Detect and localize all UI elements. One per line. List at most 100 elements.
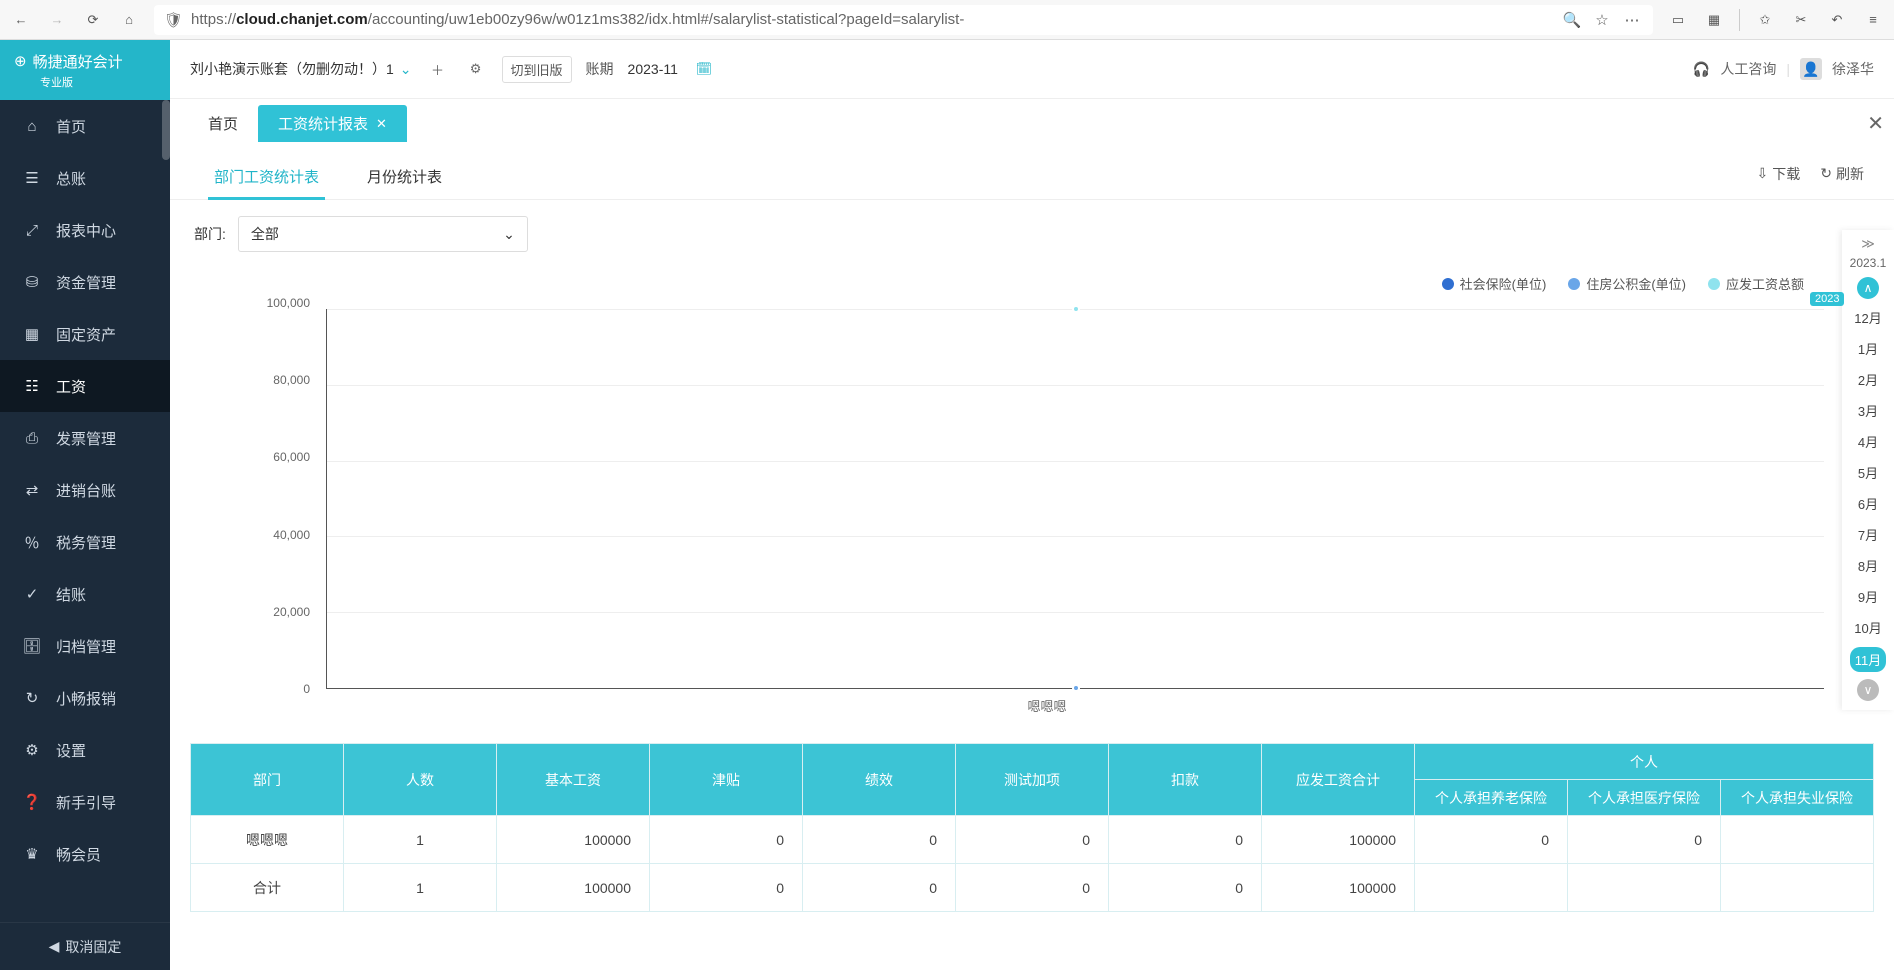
- menu-icon[interactable]: ≡: [1862, 9, 1884, 31]
- nav-icon: ⇄: [22, 481, 42, 499]
- nav-label: 设置: [56, 740, 86, 761]
- nav-label: 报表中心: [56, 220, 116, 241]
- nav-label: 资金管理: [56, 272, 116, 293]
- month-item[interactable]: 2月: [1842, 364, 1894, 395]
- pin-icon: ◀: [49, 938, 60, 955]
- month-item[interactable]: 6月: [1842, 488, 1894, 519]
- sidebar-item-5[interactable]: ☷工资: [0, 360, 170, 412]
- home-icon[interactable]: ⌂: [118, 9, 140, 31]
- select-value: 全部: [251, 224, 279, 244]
- month-item[interactable]: 5月: [1842, 457, 1894, 488]
- divider: [1739, 9, 1740, 31]
- cell: 嗯嗯嗯: [191, 816, 344, 864]
- shield-icon: 🛡: [164, 11, 183, 29]
- old-version-button[interactable]: 切到旧版: [502, 56, 572, 83]
- sidebar-item-6[interactable]: ⎙发票管理: [0, 412, 170, 464]
- col-header: 测试加项: [956, 744, 1109, 816]
- month-item[interactable]: 11月: [1850, 647, 1886, 672]
- tab-home[interactable]: 首页: [188, 105, 258, 142]
- close-icon[interactable]: ✕: [376, 116, 387, 132]
- close-all-tabs[interactable]: ✕: [1867, 111, 1884, 136]
- url-bar[interactable]: 🛡 https://cloud.chanjet.com/accounting/u…: [154, 5, 1653, 35]
- sidebar-item-11[interactable]: ↻小畅报销: [0, 672, 170, 724]
- tab-salary-report[interactable]: 工资统计报表 ✕: [258, 105, 407, 142]
- cut-icon[interactable]: ✂: [1790, 9, 1812, 31]
- more-icon[interactable]: ⋯: [1621, 9, 1643, 31]
- browser-toolbar: ← → ⟳ ⌂ 🛡 https://cloud.chanjet.com/acco…: [0, 0, 1894, 40]
- chart-legend: 社会保险(单位) 住房公积金(单位) 应发工资总额: [230, 268, 1864, 303]
- sidebar-item-10[interactable]: 🗄归档管理: [0, 620, 170, 672]
- sidebar-item-2[interactable]: ⤢报表中心: [0, 204, 170, 256]
- month-item[interactable]: 7月: [1842, 519, 1894, 550]
- apps-icon[interactable]: ▦: [1703, 9, 1725, 31]
- bookmark-icon[interactable]: ✩: [1754, 9, 1776, 31]
- sidebar-scrollbar[interactable]: [162, 100, 170, 160]
- month-item[interactable]: 9月: [1842, 581, 1894, 612]
- col-group-header: 个人: [1415, 744, 1874, 780]
- nav-label: 固定资产: [56, 324, 116, 345]
- sidebar-toggle[interactable]: ◀ 取消固定: [0, 922, 170, 970]
- nav-icon: 🗄: [22, 637, 42, 655]
- cell: 0: [1568, 816, 1721, 864]
- nav-icon: ▦: [22, 325, 42, 343]
- nav-icon: ⚙: [22, 741, 42, 759]
- sidebar-item-8[interactable]: ％税务管理: [0, 516, 170, 568]
- chevron-down-icon: ⌄: [503, 226, 515, 243]
- nav-icon: ✓: [22, 585, 42, 603]
- nav-icon: ☰: [22, 169, 42, 187]
- subtab-month[interactable]: 月份统计表: [343, 154, 466, 199]
- sidebar-item-13[interactable]: ❓新手引导: [0, 776, 170, 828]
- period-label: 账期: [586, 59, 614, 79]
- back-icon[interactable]: ←: [10, 9, 32, 31]
- chevron-down-icon: ⌄: [400, 61, 412, 78]
- nav-icon: ❓: [22, 793, 42, 811]
- star-icon[interactable]: ☆: [1591, 9, 1613, 31]
- month-item[interactable]: 4月: [1842, 426, 1894, 457]
- department-select[interactable]: 全部 ⌄: [238, 216, 528, 252]
- user-name: 徐泽华: [1832, 59, 1874, 79]
- nav-icon: ⌂: [22, 118, 42, 135]
- collapse-icon[interactable]: ≫: [1861, 236, 1875, 252]
- zoom-icon[interactable]: 🔍: [1561, 9, 1583, 31]
- sidebar-item-9[interactable]: ✓结账: [0, 568, 170, 620]
- headset-icon: 🎧: [1693, 61, 1710, 78]
- scroll-up-button[interactable]: ∧: [1857, 277, 1879, 299]
- refresh-button[interactable]: ↻ 刷新: [1820, 164, 1864, 184]
- calendar-icon[interactable]: 🗓: [692, 57, 716, 81]
- month-item[interactable]: 3月: [1842, 395, 1894, 426]
- month-item[interactable]: 8月: [1842, 550, 1894, 581]
- sidebar-item-14[interactable]: ♛畅会员: [0, 828, 170, 880]
- sidebar-item-3[interactable]: ⛁ 资金管理: [0, 256, 170, 308]
- download-button[interactable]: ⇩ 下载: [1757, 164, 1801, 184]
- main: 刘小艳演示账套（勿删勿动！）1 ⌄ ＋ ⚙ 切到旧版 账期 2023-11 🗓 …: [170, 40, 1894, 970]
- nav-icon: ⛁: [22, 273, 42, 291]
- month-item[interactable]: 10月: [1842, 612, 1894, 643]
- reload-icon[interactable]: ⟳: [82, 9, 104, 31]
- account-selector[interactable]: 刘小艳演示账套（勿删勿动！）1 ⌄: [190, 59, 412, 79]
- nav-label: 小畅报销: [56, 688, 116, 709]
- report-subtabs: 部门工资统计表 月份统计表 ⇩ 下载 ↻ 刷新: [170, 148, 1894, 200]
- salary-chart: 020,00040,00060,00080,000100,000 嗯嗯嗯: [270, 303, 1824, 723]
- undo-icon[interactable]: ↶: [1826, 9, 1848, 31]
- sidebar-item-12[interactable]: ⚙ 设置: [0, 724, 170, 776]
- sidebar-item-0[interactable]: ⌂首页: [0, 100, 170, 152]
- sidebar-item-1[interactable]: ☰总账: [0, 152, 170, 204]
- logo-icon: ⊕: [14, 52, 27, 70]
- filter-label: 部门:: [194, 224, 226, 244]
- month-item[interactable]: 12月: [1842, 302, 1894, 333]
- forward-icon[interactable]: →: [46, 9, 68, 31]
- scroll-down-button[interactable]: ∨: [1857, 679, 1879, 701]
- data-point: [1072, 684, 1080, 692]
- settings-icon[interactable]: ⚙: [464, 57, 488, 81]
- cell: [1415, 864, 1568, 912]
- cell: 100000: [1262, 864, 1415, 912]
- subtab-department[interactable]: 部门工资统计表: [190, 154, 343, 199]
- sidebar-item-4[interactable]: ▦ 固定资产: [0, 308, 170, 360]
- add-account-button[interactable]: ＋: [426, 57, 450, 81]
- reader-icon[interactable]: ▭: [1667, 9, 1689, 31]
- sidebar-item-7[interactable]: ⇄进销台账: [0, 464, 170, 516]
- consult-link[interactable]: 人工咨询: [1720, 59, 1776, 79]
- avatar[interactable]: 👤: [1800, 58, 1822, 80]
- month-item[interactable]: 1月: [1842, 333, 1894, 364]
- cell: 100000: [1262, 816, 1415, 864]
